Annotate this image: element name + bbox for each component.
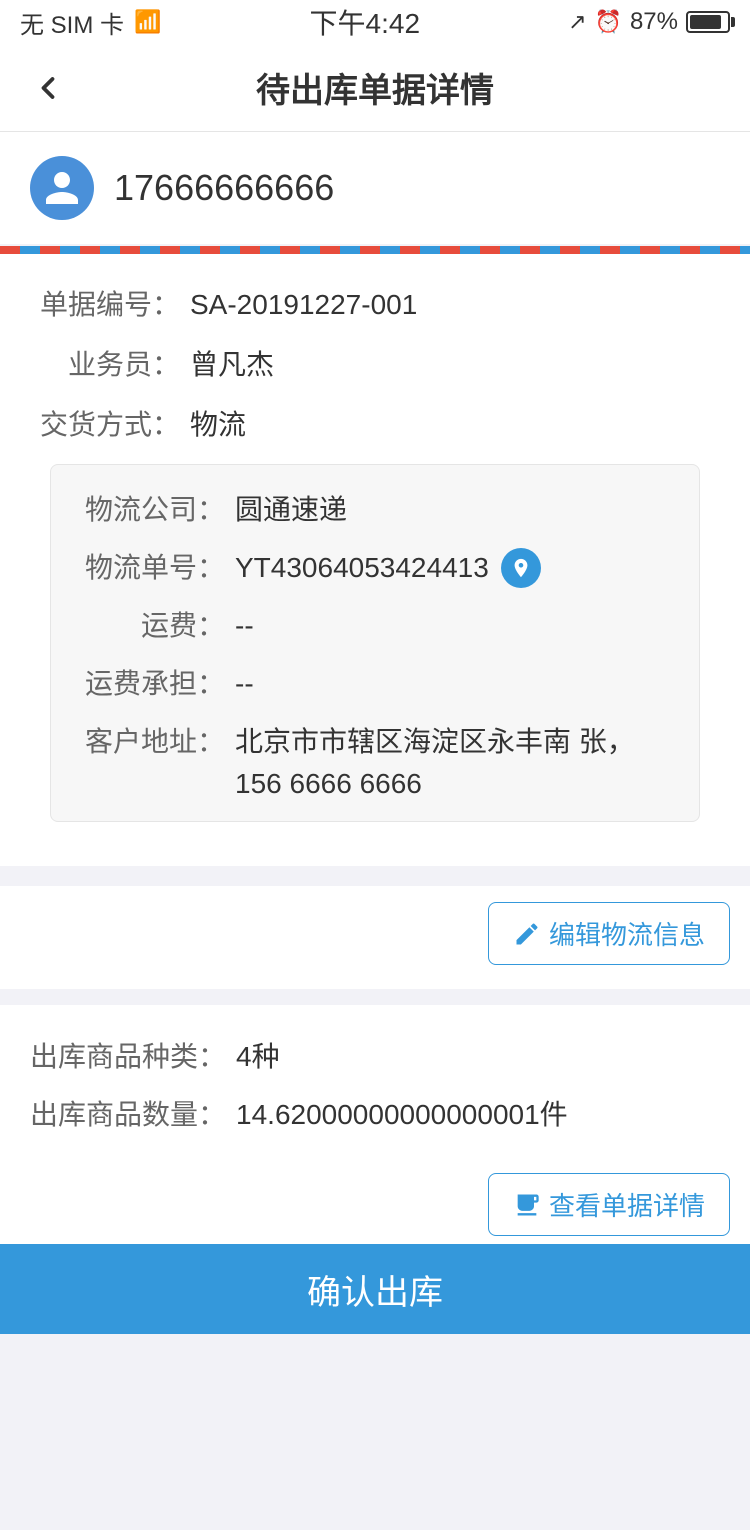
freight-row: 运费： -- — [75, 605, 675, 647]
tracking-number-value: YT43064053424413 — [235, 547, 675, 589]
status-left: 无 SIM 卡 📶 — [20, 5, 161, 40]
order-info-section: 单据编号： SA-20191227-001 业务员： 曾凡杰 交货方式： 物流 … — [0, 254, 750, 866]
battery-text: 87% — [630, 8, 678, 36]
delivery-method-row: 交货方式： 物流 — [30, 404, 720, 446]
user-header: 17666666666 — [0, 132, 750, 244]
nav-bar: 待出库单据详情 — [0, 44, 750, 132]
logistics-section: 物流公司： 圆通速递 物流单号： YT43064053424413 运费： -- — [50, 464, 700, 822]
freight-bearer-value: -- — [235, 663, 675, 705]
freight-value: -- — [235, 605, 675, 647]
goods-section: 出库商品种类： 4种 出库商品数量： 14.62000000000000001件 — [0, 1005, 750, 1157]
battery-indicator — [686, 11, 730, 33]
goods-types-value: 4种 — [236, 1035, 720, 1075]
wifi-icon: 📶 — [134, 9, 161, 35]
logistics-company-row: 物流公司： 圆通速递 — [75, 489, 675, 531]
edit-logistics-btn-wrap: 编辑物流信息 — [0, 886, 750, 989]
freight-bearer-row: 运费承担： -- — [75, 663, 675, 705]
goods-types-label: 出库商品种类： — [30, 1035, 226, 1075]
page-title: 待出库单据详情 — [256, 63, 494, 112]
section-divider — [0, 989, 750, 1005]
customer-address-label: 客户地址： — [75, 721, 225, 763]
edit-logistics-label: 编辑物流信息 — [549, 915, 705, 952]
location-pin-icon[interactable] — [501, 548, 541, 588]
goods-types-row: 出库商品种类： 4种 — [30, 1035, 720, 1075]
avatar — [30, 156, 94, 220]
goods-quantity-label: 出库商品数量： — [30, 1093, 226, 1133]
freight-label: 运费： — [75, 605, 225, 647]
salesperson-label: 业务员： — [30, 344, 180, 386]
user-phone: 17666666666 — [114, 167, 334, 209]
status-right: ↗ ⏰ 87% — [568, 8, 730, 36]
doc-number-row: 单据编号： SA-20191227-001 — [30, 284, 720, 326]
confirm-button[interactable]: 确认出库 — [0, 1244, 750, 1334]
goods-quantity-row: 出库商品数量： 14.62000000000000001件 — [30, 1093, 720, 1133]
doc-number-label: 单据编号： — [30, 284, 180, 326]
delivery-method-value: 物流 — [190, 404, 720, 446]
salesperson-row: 业务员： 曾凡杰 — [30, 344, 720, 386]
doc-number-value: SA-20191227-001 — [190, 284, 720, 326]
tracking-number-row: 物流单号： YT43064053424413 — [75, 547, 675, 589]
alarm-icon: ⏰ — [595, 9, 622, 35]
status-time: 下午4:42 — [310, 2, 421, 42]
logistics-company-value: 圆通速递 — [235, 489, 675, 531]
tracking-number-label: 物流单号： — [75, 547, 225, 589]
dashed-divider — [0, 246, 750, 254]
goods-quantity-value: 14.62000000000000001件 — [236, 1093, 720, 1133]
freight-bearer-label: 运费承担： — [75, 663, 225, 705]
status-bar: 无 SIM 卡 📶 下午4:42 ↗ ⏰ 87% — [0, 0, 750, 44]
salesperson-value: 曾凡杰 — [190, 344, 720, 386]
customer-address-row: 客户地址： 北京市市辖区海淀区永丰南 张，156 6666 6666 — [75, 721, 675, 805]
delivery-method-label: 交货方式： — [30, 404, 180, 446]
logistics-company-label: 物流公司： — [75, 489, 225, 531]
customer-address-value: 北京市市辖区海淀区永丰南 张，156 6666 6666 — [235, 721, 675, 805]
edit-logistics-button[interactable]: 编辑物流信息 — [488, 902, 730, 965]
view-details-label: 查看单据详情 — [549, 1186, 705, 1223]
confirm-button-label: 确认出库 — [307, 1265, 443, 1314]
location-icon: ↗ — [568, 9, 586, 35]
carrier-text: 无 SIM 卡 — [20, 5, 124, 40]
back-button[interactable] — [30, 70, 66, 106]
view-details-button[interactable]: 查看单据详情 — [488, 1173, 730, 1236]
